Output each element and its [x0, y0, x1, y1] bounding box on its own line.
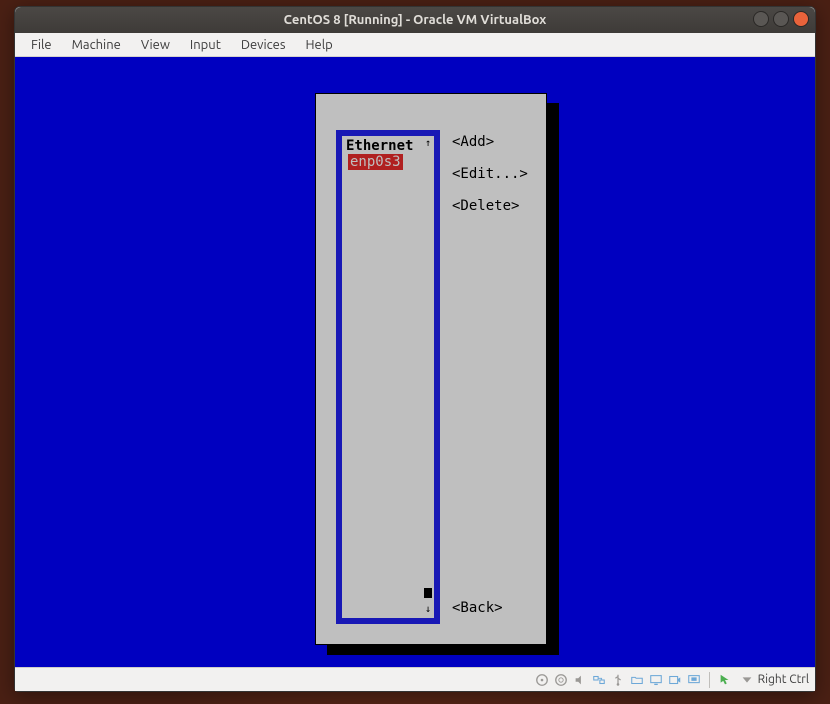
back-button[interactable]: <Back> — [452, 600, 503, 616]
listbox-inner: Ethernet enp0s3 ↑ ↓ — [342, 136, 434, 618]
keyboard-down-icon — [740, 673, 754, 687]
close-button[interactable] — [793, 11, 809, 27]
usb-icon[interactable] — [610, 672, 626, 688]
hard-disk-icon[interactable] — [534, 672, 550, 688]
menu-view[interactable]: View — [133, 36, 178, 54]
menu-help[interactable]: Help — [298, 36, 341, 54]
optical-drive-icon[interactable] — [553, 672, 569, 688]
minimize-button[interactable] — [753, 11, 769, 27]
menu-devices[interactable]: Devices — [233, 36, 294, 54]
window-controls — [753, 11, 809, 27]
nmtui-dialog: Ethernet enp0s3 ↑ ↓ <Add> <Edit...> <Del… — [315, 93, 547, 645]
statusbar: Right Ctrl — [15, 667, 815, 691]
scroll-down-arrow-icon[interactable]: ↓ — [424, 606, 432, 614]
guest-additions-icon[interactable] — [686, 672, 702, 688]
audio-icon[interactable] — [572, 672, 588, 688]
menu-input[interactable]: Input — [182, 36, 229, 54]
list-item-selected[interactable]: enp0s3 — [348, 154, 403, 170]
recording-icon[interactable] — [667, 672, 683, 688]
status-separator — [709, 672, 710, 688]
maximize-button[interactable] — [773, 11, 789, 27]
delete-button[interactable]: <Delete> — [452, 198, 528, 214]
list-header: Ethernet — [346, 138, 413, 154]
scroll-thumb[interactable] — [424, 588, 432, 598]
mouse-integration-icon[interactable] — [717, 672, 733, 688]
shared-folders-icon[interactable] — [629, 672, 645, 688]
menu-machine[interactable]: Machine — [64, 36, 129, 54]
window-title: CentOS 8 [Running] - Oracle VM VirtualBo… — [284, 13, 547, 27]
dialog-buttons: <Add> <Edit...> <Delete> — [452, 134, 528, 230]
hostkey-indicator[interactable]: Right Ctrl — [740, 673, 809, 687]
connection-listbox[interactable]: Ethernet enp0s3 ↑ ↓ — [336, 130, 440, 624]
display-icon[interactable] — [648, 672, 664, 688]
vm-display[interactable]: Ethernet enp0s3 ↑ ↓ <Add> <Edit...> <Del… — [15, 57, 815, 667]
scroll-up-arrow-icon[interactable]: ↑ — [424, 140, 432, 148]
listbox-scrollbar[interactable]: ↑ ↓ — [424, 140, 432, 614]
menubar: File Machine View Input Devices Help — [15, 33, 815, 57]
hostkey-label: Right Ctrl — [758, 673, 809, 686]
titlebar[interactable]: CentOS 8 [Running] - Oracle VM VirtualBo… — [15, 7, 815, 33]
menu-file[interactable]: File — [23, 36, 60, 54]
edit-button[interactable]: <Edit...> — [452, 166, 528, 182]
add-button[interactable]: <Add> — [452, 134, 528, 150]
network-icon[interactable] — [591, 672, 607, 688]
virtualbox-window: CentOS 8 [Running] - Oracle VM VirtualBo… — [14, 6, 816, 692]
